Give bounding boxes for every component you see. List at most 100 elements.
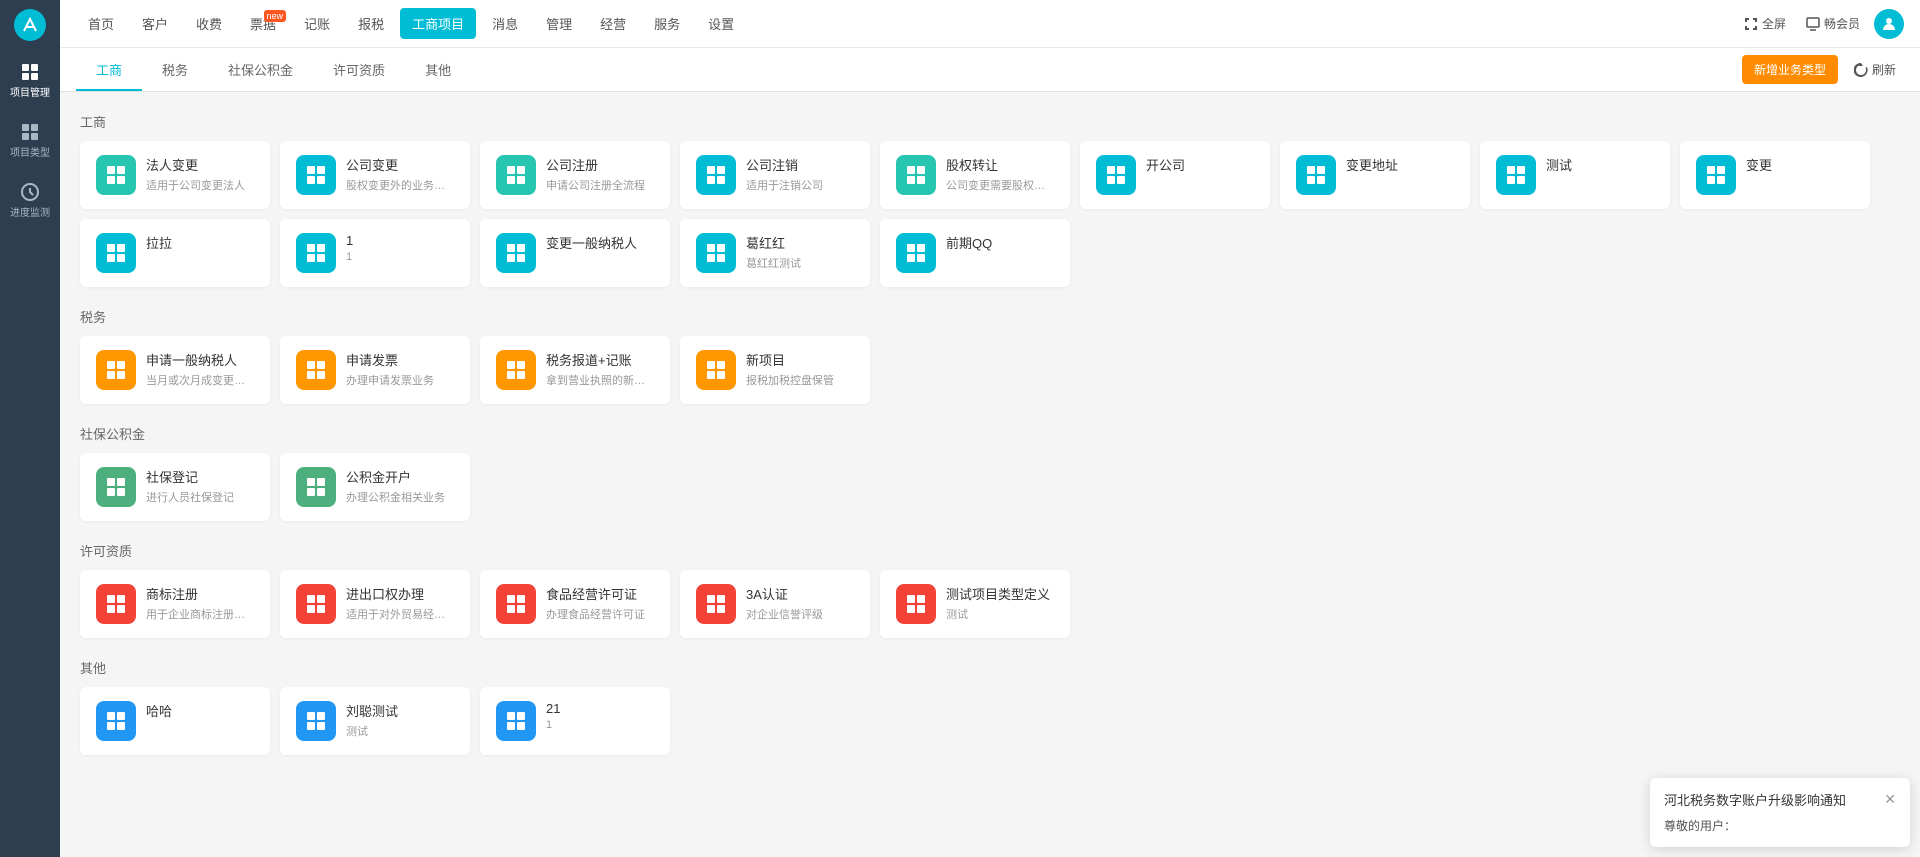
card-title-ceshi-xiangmuleixing: 测试项目类型定义: [946, 584, 1054, 603]
card-title-gongsi-zhuce: 公司注册: [546, 155, 654, 174]
tab-xuke[interactable]: 许可资质: [313, 50, 405, 91]
card-text-faren-biangeng: 法人变更 适用于公司变更法人: [146, 155, 254, 193]
card-text-ceshi: 测试: [1546, 155, 1654, 177]
card-text-liupeng-ceshi: 刘聪测试 测试: [346, 701, 454, 739]
tab-gongshang[interactable]: 工商: [76, 50, 142, 91]
notification-popup: 河北税务数字账户升级影响通知 ✕ 尊敬的用户：: [1650, 778, 1910, 847]
nav-item-industry[interactable]: 工商项目: [400, 8, 476, 39]
card-title-gongsi-zhuxiao: 公司注销: [746, 155, 854, 174]
nav-item-home[interactable]: 首页: [76, 8, 126, 39]
section-gongshang-section: 工商 法人变更 适用于公司变更法人 公司变更 股权变更外的业务变更 公司注册: [80, 112, 1900, 287]
section-shebao-section: 社保公积金 社保登记 进行人员社保登记 公积金开户 办理公积金相关业务: [80, 424, 1900, 521]
member-button[interactable]: 畅会员: [1800, 11, 1866, 36]
card-text-3a-renzheng: 3A认证 对企业信誉评级: [746, 584, 854, 622]
card-ceshi-xiangmuleixing[interactable]: 测试项目类型定义 测试: [880, 570, 1070, 638]
card-shangbiao-zhuce[interactable]: 商标注册 用于企业商标注册服务: [80, 570, 270, 638]
nav-item-message[interactable]: 消息: [480, 8, 530, 39]
section-title-shebao-section: 社保公积金: [80, 424, 1900, 443]
card-gongjijin-kaihu[interactable]: 公积金开户 办理公积金相关业务: [280, 453, 470, 521]
card-title-haha: 哈哈: [146, 701, 254, 720]
card-icon-num21: [496, 701, 536, 741]
card-guquan-zhuanrang[interactable]: 股权转让 公司变更需要股权转让: [880, 141, 1070, 209]
card-desc-shebao-dengji: 进行人员社保登记: [146, 489, 254, 505]
card-ceshi[interactable]: 测试: [1480, 141, 1670, 209]
card-text-shenqing-fapiao: 申请发票 办理申请发票业务: [346, 350, 454, 388]
card-shipin-jingying[interactable]: 食品经营许可证 办理食品经营许可证: [480, 570, 670, 638]
sidebar-item-project-manage[interactable]: 项目管理: [0, 50, 60, 110]
card-desc-shangbiao-zhuce: 用于企业商标注册服务: [146, 606, 254, 622]
card-title-shipin-jingying: 食品经营许可证: [546, 584, 654, 603]
card-liupeng-ceshi[interactable]: 刘聪测试 测试: [280, 687, 470, 755]
card-text-mohong: 葛红红 葛红红测试: [746, 233, 854, 271]
card-haha[interactable]: 哈哈: [80, 687, 270, 755]
fullscreen-button[interactable]: 全屏: [1738, 11, 1792, 36]
card-text-biangeng-yibanshuiren: 变更一般纳税人: [546, 233, 654, 255]
card-num21[interactable]: 21 1: [480, 687, 670, 755]
card-biangeng2[interactable]: 变更: [1680, 141, 1870, 209]
user-avatar[interactable]: [1874, 9, 1904, 39]
card-desc-shuiwu-baodao: 拿到营业执照的新公司: [546, 372, 654, 388]
sidebar-item-project-type[interactable]: 项目类型: [0, 110, 60, 170]
card-kai-gongsi[interactable]: 开公司: [1080, 141, 1270, 209]
nav-item-customer[interactable]: 客户: [130, 8, 180, 39]
nav-item-manage[interactable]: 管理: [534, 8, 584, 39]
tab-other[interactable]: 其他: [405, 50, 471, 91]
nav-item-tax[interactable]: 报税: [346, 8, 396, 39]
card-biangeng-dizhi[interactable]: 变更地址: [1280, 141, 1470, 209]
card-desc-gongsi-biangeng: 股权变更外的业务变更: [346, 177, 454, 193]
card-biangeng-yibanshuiren[interactable]: 变更一般纳税人: [480, 219, 670, 287]
app-logo-icon: [14, 9, 46, 41]
card-lala[interactable]: 拉拉: [80, 219, 270, 287]
card-shuiwu-baodao[interactable]: 税务报道+记账 拿到营业执照的新公司: [480, 336, 670, 404]
nav-item-settings[interactable]: 设置: [696, 8, 746, 39]
member-label: 畅会员: [1824, 15, 1860, 32]
card-icon-gongsi-biangeng: [296, 155, 336, 195]
card-desc-gongsi-zhuce: 申请公司注册全流程: [546, 177, 654, 193]
card-faren-biangeng[interactable]: 法人变更 适用于公司变更法人: [80, 141, 270, 209]
card-xin-xiangmu[interactable]: 新项目 报税加税控盘保管: [680, 336, 870, 404]
card-icon-shipin-jingying: [496, 584, 536, 624]
card-text-qianqi-qq: 前期QQ: [946, 233, 1054, 255]
card-mohong[interactable]: 葛红红 葛红红测试: [680, 219, 870, 287]
refresh-label: 刷新: [1872, 61, 1896, 78]
nav-item-operation[interactable]: 经营: [588, 8, 638, 39]
card-text-shebao-dengji: 社保登记 进行人员社保登记: [146, 467, 254, 505]
card-icon-shebao-dengji: [96, 467, 136, 507]
new-type-button[interactable]: 新增业务类型: [1742, 55, 1838, 84]
card-icon-xin-xiangmu: [696, 350, 736, 390]
card-jinchukou-banli[interactable]: 进出口权办理 适用于对外贸易经营者: [280, 570, 470, 638]
card-title-guquan-zhuanrang: 股权转让: [946, 155, 1054, 174]
card-icon-shenqing-fapiao: [296, 350, 336, 390]
card-3a-renzheng[interactable]: 3A认证 对企业信誉评级: [680, 570, 870, 638]
card-desc-liupeng-ceshi: 测试: [346, 723, 454, 739]
nav-item-service[interactable]: 服务: [642, 8, 692, 39]
card-title-faren-biangeng: 法人变更: [146, 155, 254, 174]
card-title-num21: 21: [546, 701, 654, 716]
card-text-shenqing-yibanshuiren: 申请一般纳税人 当月或次月成变更完成: [146, 350, 254, 388]
nav-item-accounting[interactable]: 记账: [292, 8, 342, 39]
card-text-gongsi-zhuxiao: 公司注销 适用于注销公司: [746, 155, 854, 193]
nav-item-tickets[interactable]: 票据 new: [238, 8, 288, 39]
cards-grid-shuiwu-section: 申请一般纳税人 当月或次月成变更完成 申请发票 办理申请发票业务 税务报道+记账…: [80, 336, 1900, 404]
card-shenqing-yibanshuiren[interactable]: 申请一般纳税人 当月或次月成变更完成: [80, 336, 270, 404]
sidebar-item-progress-monitor[interactable]: 进度监测: [0, 170, 60, 230]
card-text-gongsi-biangeng: 公司变更 股权变更外的业务变更: [346, 155, 454, 193]
tab-shebao[interactable]: 社保公积金: [208, 50, 313, 91]
card-gongsi-zhuxiao[interactable]: 公司注销 适用于注销公司: [680, 141, 870, 209]
card-desc-xin-xiangmu: 报税加税控盘保管: [746, 372, 854, 388]
card-gongsi-zhuce[interactable]: 公司注册 申请公司注册全流程: [480, 141, 670, 209]
card-icon-ceshi-xiangmuleixing: [896, 584, 936, 624]
card-shenqing-fapiao[interactable]: 申请发票 办理申请发票业务: [280, 336, 470, 404]
notification-close-button[interactable]: ✕: [1884, 791, 1896, 808]
tickets-badge: new: [264, 10, 287, 22]
tab-shuiwu[interactable]: 税务: [142, 50, 208, 91]
tabs-list: 工商 税务 社保公积金 许可资质 其他: [76, 50, 471, 90]
card-desc-mohong: 葛红红测试: [746, 255, 854, 271]
card-icon-faren-biangeng: [96, 155, 136, 195]
card-shebao-dengji[interactable]: 社保登记 进行人员社保登记: [80, 453, 270, 521]
card-gongsi-biangeng[interactable]: 公司变更 股权变更外的业务变更: [280, 141, 470, 209]
refresh-button[interactable]: 刷新: [1846, 55, 1904, 84]
card-qianqi-qq[interactable]: 前期QQ: [880, 219, 1070, 287]
card-num1[interactable]: 1 1: [280, 219, 470, 287]
nav-item-billing[interactable]: 收费: [184, 8, 234, 39]
